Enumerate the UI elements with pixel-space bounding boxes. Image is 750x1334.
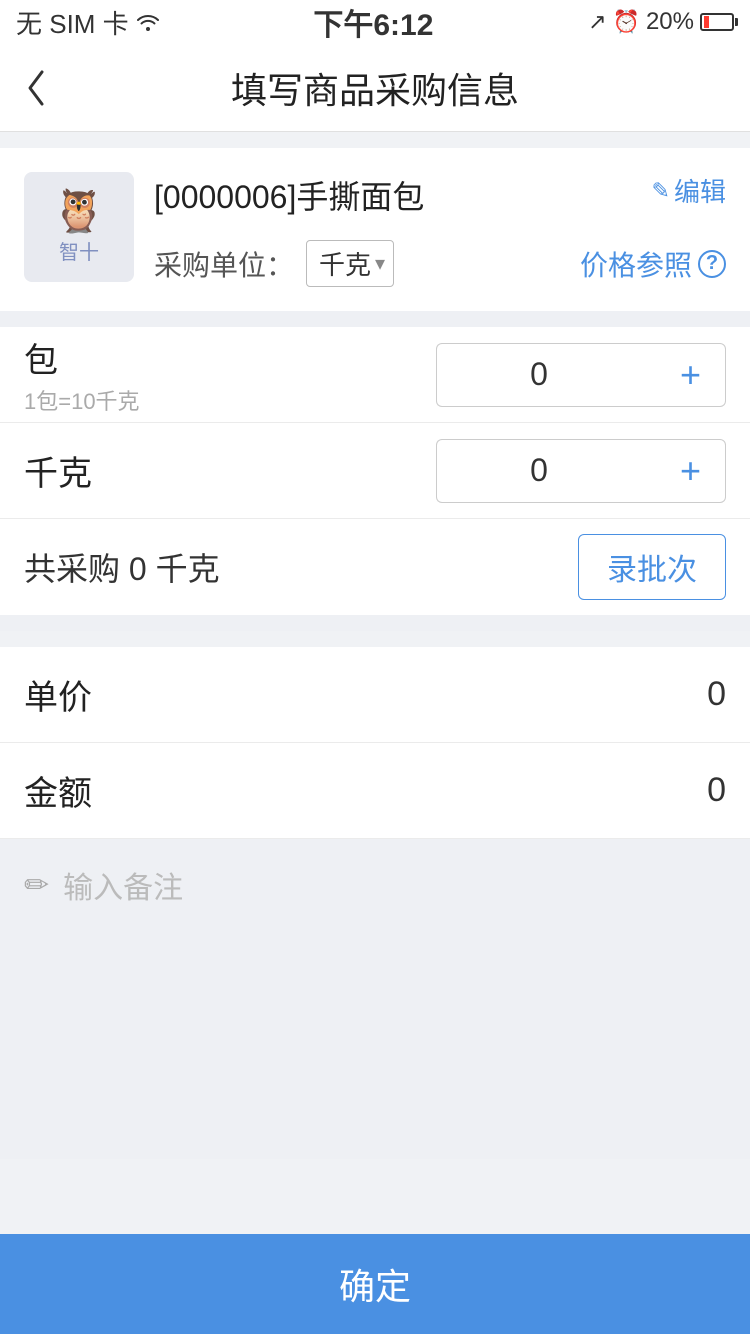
confirm-button-label: 确定	[339, 1258, 411, 1310]
back-button[interactable]	[24, 68, 84, 108]
kg-label: 千克	[24, 446, 124, 495]
record-batch-button[interactable]: 录批次	[578, 534, 726, 600]
kg-quantity-input[interactable]	[436, 439, 656, 503]
status-bar: 无 SIM 卡 下午6:12 ↗ ⏰ 20%	[0, 0, 750, 44]
edit-label: 编辑	[674, 172, 726, 209]
product-name: [0000006]手撕面包	[154, 172, 424, 218]
unit-price-value: 0	[707, 675, 726, 714]
bag-label-sub: 1包=10千克	[24, 384, 140, 416]
status-left: 无 SIM 卡	[16, 4, 159, 41]
content-spacer	[0, 959, 750, 1159]
amount-row: 金额 0	[0, 743, 750, 839]
edit-icon: ✎	[652, 178, 670, 204]
bag-plus-button[interactable]: +	[656, 343, 726, 407]
confirm-button[interactable]: 确定	[0, 1234, 750, 1334]
bag-quantity-input[interactable]	[436, 343, 656, 407]
alarm-icon: ⏰	[613, 9, 640, 35]
product-meta: 采购单位： 千克 ▾ 价格参照 ?	[154, 240, 726, 287]
kg-label-main: 千克	[24, 446, 124, 495]
divider-2	[0, 615, 750, 631]
battery-percent: 20%	[646, 8, 694, 36]
kg-plus-button[interactable]: +	[656, 439, 726, 503]
page-title: 填写商品采购信息	[84, 62, 666, 114]
price-info-section: 单价 0 金额 0	[0, 647, 750, 839]
bag-label-main: 包	[24, 333, 140, 382]
product-title: 手撕面包	[296, 179, 424, 215]
status-right: ↗ ⏰ 20%	[588, 8, 734, 36]
wifi-icon	[137, 7, 159, 38]
nav-bar: 填写商品采购信息	[0, 44, 750, 132]
kg-field-wrap: +	[124, 439, 726, 503]
product-thumbnail: 🦉 智十	[24, 172, 134, 282]
status-time: 下午6:12	[313, 0, 433, 44]
price-ref-label: 价格参照	[580, 244, 692, 284]
bag-field-wrap: +	[140, 343, 726, 407]
unit-price-label: 单价	[24, 670, 92, 719]
unit-row: 采购单位： 千克 ▾	[154, 240, 394, 287]
pencil-icon: ✏	[24, 868, 49, 903]
unit-price-row: 单价 0	[0, 647, 750, 743]
notes-section[interactable]: ✏ 输入备注	[0, 839, 750, 959]
kg-input-row: 千克 +	[0, 423, 750, 519]
input-section: 包 1包=10千克 + 千克 +	[0, 327, 750, 519]
unit-dropdown[interactable]: 千克 ▾	[306, 240, 394, 287]
product-info: [0000006]手撕面包 ✎ 编辑 采购单位： 千克 ▾ 价格参照 ?	[154, 172, 726, 287]
edit-button[interactable]: ✎ 编辑	[652, 172, 726, 209]
summary-text: 共采购 0 千克	[24, 544, 220, 590]
help-circle-icon: ?	[698, 250, 726, 278]
summary-row: 共采购 0 千克 录批次	[0, 519, 750, 615]
bag-input-row: 包 1包=10千克 +	[0, 327, 750, 423]
dropdown-arrow-icon: ▾	[375, 251, 385, 276]
location-icon: ↗	[588, 9, 606, 35]
divider-1	[0, 311, 750, 327]
unit-label: 采购单位：	[154, 244, 294, 284]
amount-value: 0	[707, 771, 726, 810]
sim-text: 无 SIM 卡	[16, 4, 129, 41]
notes-placeholder: 输入备注	[63, 863, 183, 907]
price-ref-button[interactable]: 价格参照 ?	[580, 244, 726, 284]
amount-label: 金额	[24, 766, 92, 815]
product-owl-icon: 🦉	[53, 190, 105, 232]
product-card: 🦉 智十 [0000006]手撕面包 ✎ 编辑 采购单位： 千克 ▾	[0, 148, 750, 311]
product-code: [0000006]	[154, 179, 296, 215]
bag-label: 包 1包=10千克	[24, 333, 140, 416]
battery-icon	[700, 13, 734, 31]
product-thumb-label: 智十	[59, 236, 99, 265]
unit-value: 千克	[319, 245, 371, 282]
